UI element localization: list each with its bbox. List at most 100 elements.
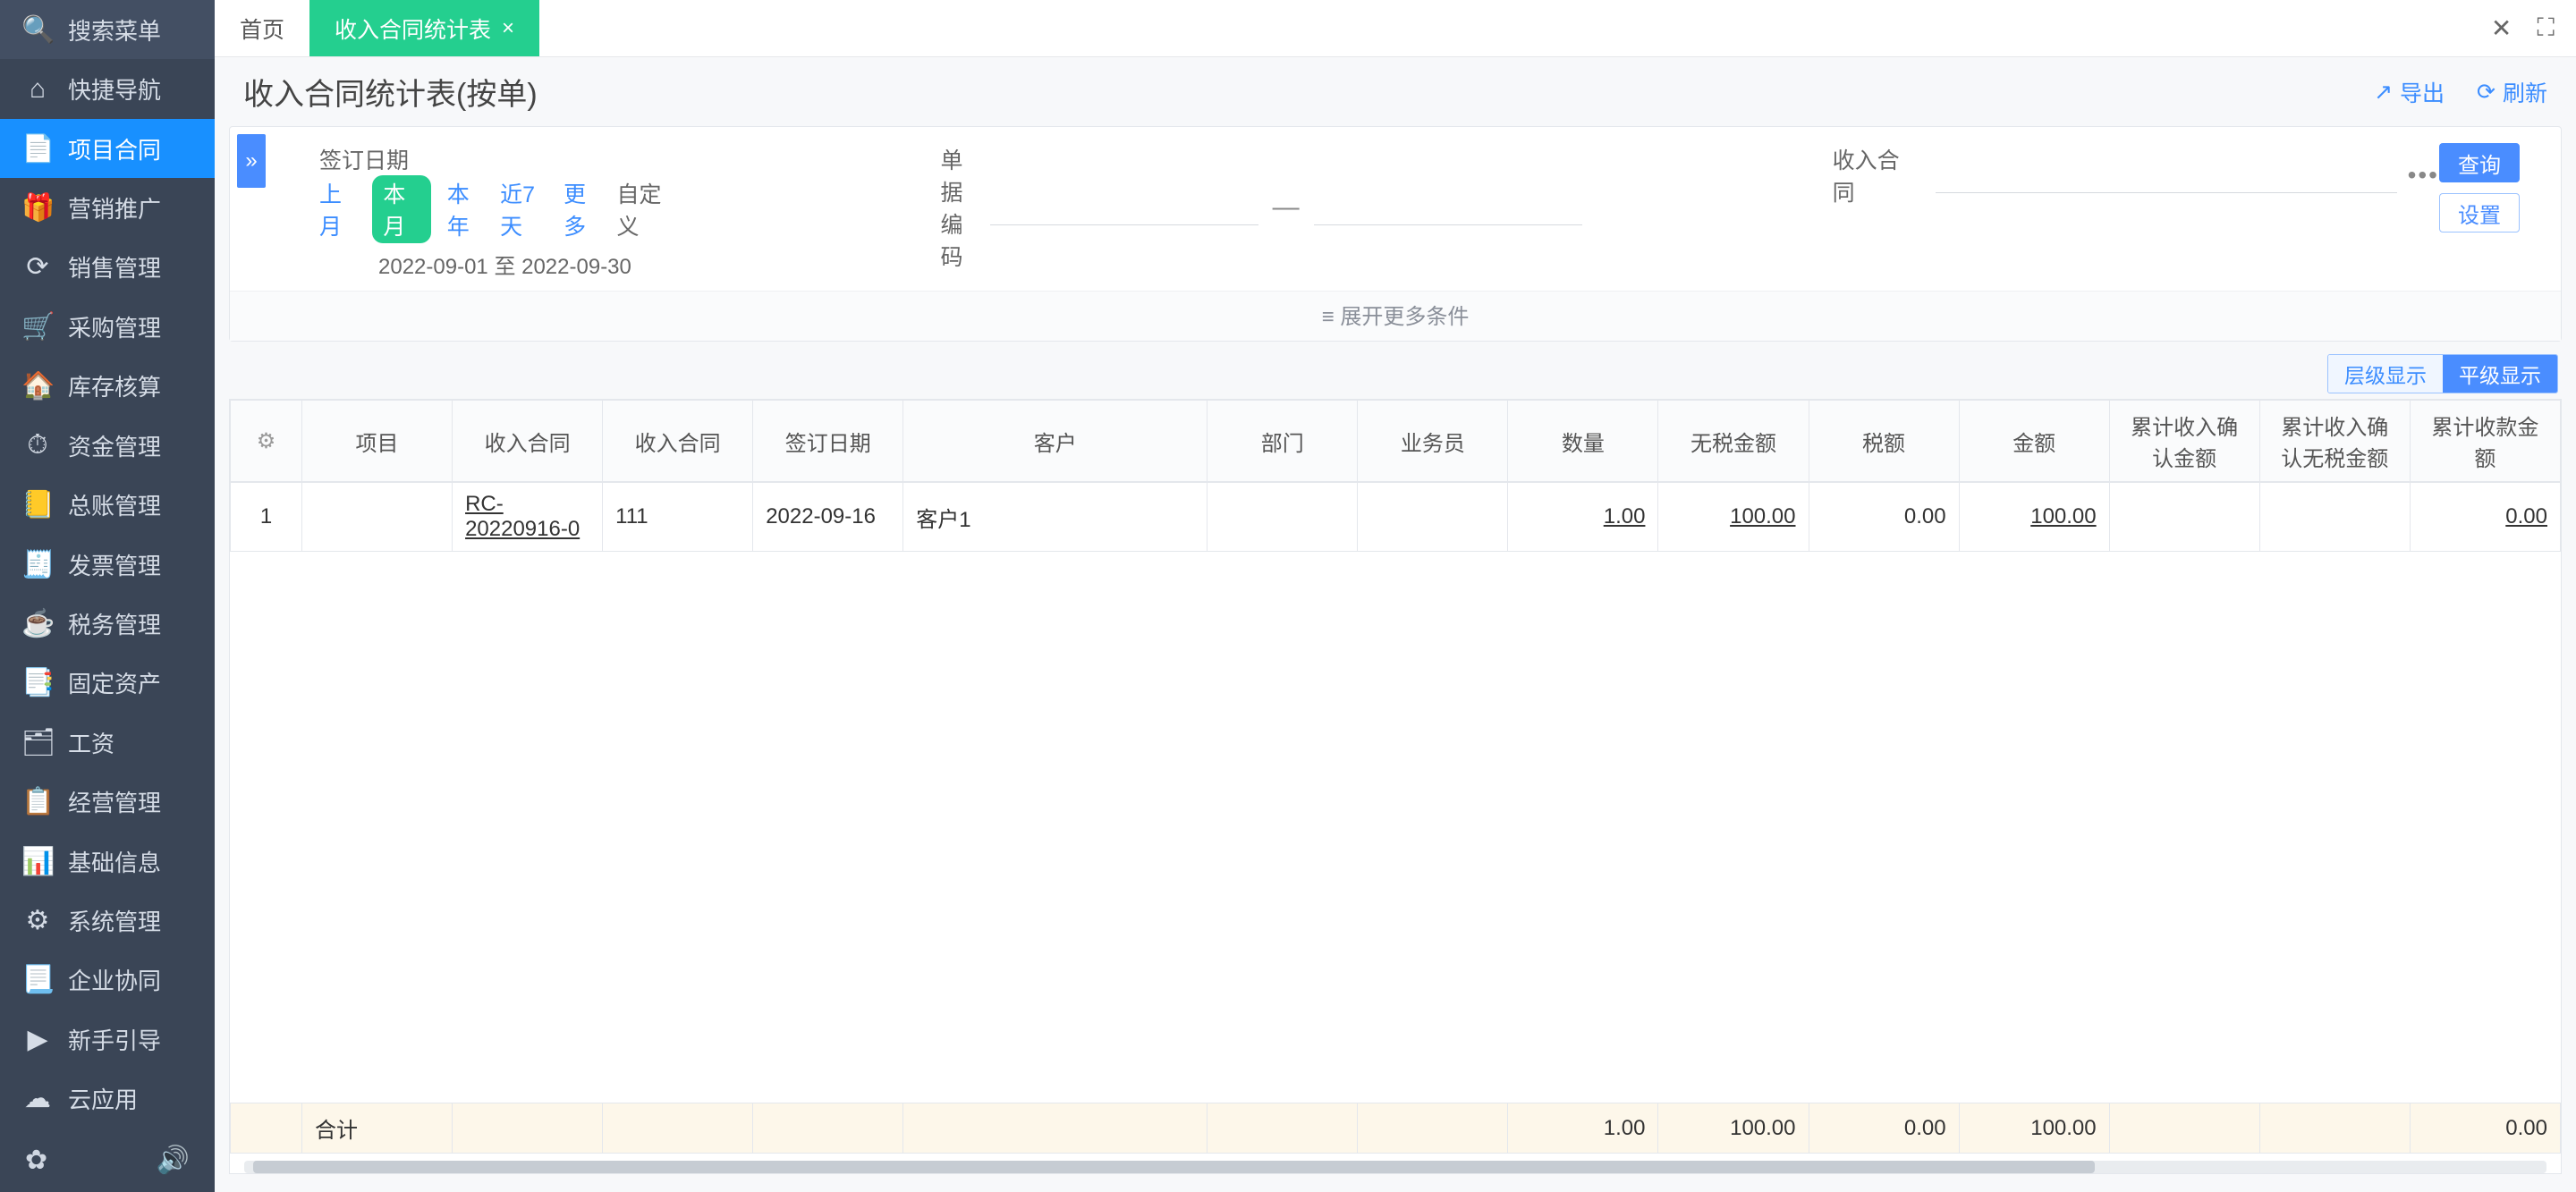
nav-business[interactable]: 📋经营管理 [0,772,215,831]
nav-invoice[interactable]: 🧾发票管理 [0,535,215,594]
col-amount: 金额 [1959,401,2109,482]
display-hierarchy[interactable]: 层级显示 [2328,355,2443,393]
total-label: 合计 [302,1103,453,1154]
cell-notax: 100.00 [1658,483,1809,552]
tab-home[interactable]: 首页 [215,0,309,56]
gift-icon: 🎁 [21,192,54,224]
nav-funds[interactable]: ⏱资金管理 [0,416,215,475]
column-settings-icon[interactable]: ⚙ [257,429,276,453]
page-title: 收入合同统计表(按单) [243,70,538,114]
col-cum-recv: 累计收款金额 [2410,401,2560,482]
filter-panel: » 签订日期 上月 本月 本年 近7天 更多 自定义 2022-09-01 至 [229,126,2562,342]
nav-marketing[interactable]: 🎁营销推广 [0,178,215,237]
range-dash: — [1273,192,1300,223]
date-custom[interactable]: 自定义 [616,177,672,241]
notax-link[interactable]: 100.00 [1730,504,1795,528]
nav-system[interactable]: ⚙系统管理 [0,891,215,950]
table-row[interactable]: 1 RC-20220916-0 111 2022-09-16 客户1 1.00 … [231,483,2561,552]
billcode-label: 单据编码 [941,143,963,272]
cycle-icon: ⟳ [21,251,54,283]
date-range: 2022-09-01 至 2022-09-30 [378,249,673,280]
nav-collab[interactable]: 📃企业协同 [0,951,215,1010]
cell-customer: 客户1 [903,483,1208,552]
tabs-close-all-icon[interactable]: ✕ [2491,13,2512,43]
col-tax: 税额 [1809,401,1959,482]
billcode-from-input[interactable] [990,190,1258,225]
cum-recv-link[interactable]: 0.00 [2505,504,2547,528]
settings-icon[interactable]: ✿ [25,1145,47,1176]
nav-search[interactable]: 🔍搜索菜单 [0,0,215,59]
scroll-thumb[interactable] [253,1161,2095,1173]
cell-contract: RC-20220916-0 [453,483,603,552]
main: 首页 收入合同统计表 × ✕ ⛶ 收入合同统计表(按单) ↗ 导出 ⟳ 刷新 »… [215,0,2576,1192]
cell-amount: 100.00 [1959,483,2109,552]
tax-icon: ☕ [21,608,54,639]
nav-salary[interactable]: 🗂工资 [0,713,215,772]
col-sales: 业务员 [1358,401,1508,482]
search-button[interactable]: 查询 [2439,143,2520,182]
total-row: 合计 1.00 100.00 0.00 100.00 0.00 [231,1103,2561,1154]
clock-icon: ⏱ [21,430,54,461]
cell-cum-recv: 0.00 [2410,483,2560,552]
filter-settings-button[interactable]: 设置 [2439,193,2520,232]
fullscreen-icon[interactable]: ⛶ [2537,13,2555,43]
nav-cloud[interactable]: ☁云应用 [0,1069,215,1129]
col-notax: 无税金额 [1658,401,1809,482]
sound-icon[interactable]: 🔊 [157,1145,190,1176]
date-7days[interactable]: 近7天 [500,177,547,241]
total-tax: 0.00 [1809,1103,1959,1154]
col-sign-date: 签订日期 [753,401,903,482]
amount-link[interactable]: 100.00 [2030,504,2096,528]
nav-sales[interactable]: ⟳销售管理 [0,238,215,297]
tabs: 首页 收入合同统计表 × ✕ ⛶ [215,0,2576,57]
page-icon: 📃 [21,964,54,995]
total-notax: 100.00 [1658,1103,1809,1154]
nav-basic-info[interactable]: 📊基础信息 [0,832,215,891]
chart-icon: 📊 [21,846,54,877]
search-icon: 🔍 [21,14,54,46]
col-dept: 部门 [1208,401,1358,482]
billcode-to-input[interactable] [1314,190,1582,225]
nav-ledger[interactable]: 📒总账管理 [0,475,215,534]
gear-icon: ⚙ [21,905,54,936]
date-label: 签订日期 [319,148,409,173]
more-dots-icon[interactable]: ••• [2408,161,2439,190]
receipt-icon: 🧾 [21,549,54,580]
data-table: ⚙ 项目 收入合同 收入合同 签订日期 客户 部门 业务员 数量 无税金额 税额… [229,399,2562,1174]
nav-fixed-asset[interactable]: 📑固定资产 [0,654,215,713]
refresh-button[interactable]: ⟳ 刷新 [2477,76,2547,108]
tab-income-contract-stats[interactable]: 收入合同统计表 × [309,0,539,56]
display-flat[interactable]: 平级显示 [2443,355,2557,393]
asset-icon: 📑 [21,667,54,698]
cell-project [302,483,453,552]
collapse-handle[interactable]: » [237,134,266,188]
col-cum-income-notax: 累计收入确认无税金额 [2259,401,2410,482]
ledger-icon: 📒 [21,489,54,520]
folder-icon: 🗂 [21,727,54,758]
nav-quick[interactable]: ⌂快捷导航 [0,59,215,118]
h-scrollbar[interactable] [244,1161,2546,1173]
close-icon[interactable]: × [502,16,514,41]
expand-more-conditions[interactable]: ≡ 展开更多条件 [230,291,2561,341]
contract-link[interactable]: RC-20220916-0 [465,492,580,541]
cell-cum-income-notax [2259,483,2410,552]
cell-dept [1208,483,1358,552]
play-icon: ▶ [21,1024,54,1055]
date-more[interactable]: 更多 [564,177,600,241]
nav-inventory[interactable]: 🏠库存核算 [0,357,215,416]
date-prev-month[interactable]: 上月 [319,177,356,241]
sidebar: 🔍搜索菜单 ⌂快捷导航 📄项目合同 🎁营销推广 ⟳销售管理 🛒采购管理 🏠库存核… [0,0,215,1192]
cart-icon: 🛒 [21,311,54,342]
nav-tax[interactable]: ☕税务管理 [0,594,215,653]
nav-project-contract[interactable]: 📄项目合同 [0,119,215,178]
income-contract-input[interactable] [1936,157,2397,193]
export-button[interactable]: ↗ 导出 [2374,76,2445,108]
qty-link[interactable]: 1.00 [1604,504,1646,528]
nav-purchase[interactable]: 🛒采购管理 [0,297,215,356]
col-cum-income: 累计收入确认金额 [2109,401,2259,482]
col-income-contract-2: 收入合同 [603,401,753,482]
date-this-year[interactable]: 本年 [447,177,484,241]
date-this-month[interactable]: 本月 [372,175,430,243]
nav-guide[interactable]: ▶新手引导 [0,1010,215,1069]
col-project: 项目 [302,401,453,482]
